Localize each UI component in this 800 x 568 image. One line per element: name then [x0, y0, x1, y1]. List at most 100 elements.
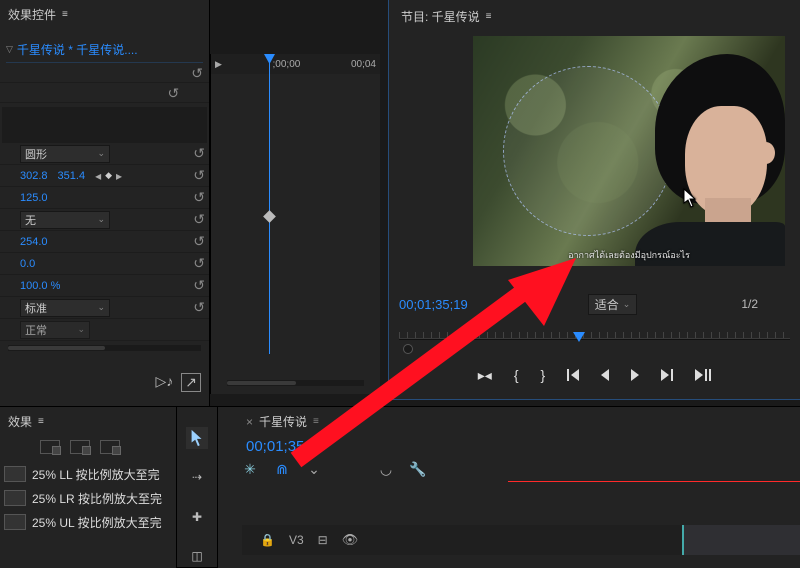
preset-thumbnail-icon	[4, 514, 26, 530]
mini-ruler-t0: ;00;00	[273, 59, 301, 70]
mask-shape-select[interactable]: 圆形 ⌄	[20, 145, 110, 163]
selection-tool-icon[interactable]	[186, 427, 208, 449]
yuv-effect-filter-icon[interactable]	[100, 440, 120, 454]
sequence-tab-name[interactable]: 千星传说	[259, 413, 307, 430]
panel-menu-icon[interactable]: ≡	[62, 9, 68, 20]
reset-icon[interactable]: ↺	[185, 63, 209, 84]
track-visibility-icon[interactable]: 👁	[342, 532, 359, 548]
set-in-icon[interactable]: {	[514, 367, 519, 383]
preset-label: 25% LR 按比例放大至完	[32, 490, 162, 507]
snap-toggle-icon[interactable]: ⋒	[274, 461, 290, 477]
auto-play-icon[interactable]: ▷♪	[155, 373, 173, 392]
resolution-fraction[interactable]: 1/2	[741, 297, 758, 311]
reset-icon[interactable]: ↺	[193, 255, 205, 272]
program-zoom-bar[interactable]	[399, 324, 790, 348]
panel-menu-icon[interactable]: ≡	[313, 416, 319, 427]
video-preview-image: อากาศได้เลยต้องมีอุปกรณ์อะไร	[473, 36, 785, 266]
zoom-track	[399, 338, 790, 340]
preset-item[interactable]: 25% UL 按比例放大至完	[0, 510, 176, 534]
razor-tool-icon[interactable]: ◫	[186, 546, 208, 568]
effect-controls-footer-icons: ▷♪ ↗	[155, 373, 201, 392]
preset-item[interactable]: 25% LL 按比例放大至完	[0, 462, 176, 486]
track-select-tool-icon[interactable]: ⇢	[186, 467, 208, 489]
timeline-timecode[interactable]: 00;01;35;19	[218, 434, 800, 457]
track-target-icon[interactable]: ⊟	[318, 533, 328, 547]
chevron-down-icon: ⌄	[623, 299, 631, 310]
mini-timeline-ruler[interactable]: ▶ ;00;00 00;04	[211, 54, 380, 74]
go-to-out-icon[interactable]	[695, 369, 711, 381]
accelerated-effect-filter-icon[interactable]	[40, 440, 60, 454]
track-lock-icon[interactable]: 🔒	[260, 533, 275, 547]
preset-thumbnail-icon	[4, 490, 26, 506]
video-track-header[interactable]: 🔒 V3 ⊟ 👁	[242, 525, 800, 555]
reset-icon[interactable]: ↺	[193, 233, 205, 250]
set-out-icon[interactable]: }	[541, 367, 546, 383]
chevron-down-icon: ⌄	[77, 324, 85, 335]
source-clip-tab[interactable]: ▽ 千星传说 * 千星传说....	[6, 37, 203, 63]
zoom-handle-icon[interactable]	[403, 344, 413, 354]
opacity-row: 100.0 % ↺	[0, 275, 209, 297]
mini-playhead[interactable]	[269, 54, 270, 354]
preset-label: 25% UL 按比例放大至完	[32, 514, 162, 531]
property-panel-scrollbar[interactable]	[8, 345, 201, 351]
reset-icon[interactable]: ↺	[193, 299, 205, 316]
property-text-area[interactable]	[2, 107, 207, 143]
opacity-value[interactable]: 100.0 %	[20, 280, 60, 292]
reset-icon[interactable]: ↺	[193, 167, 205, 184]
settings-wrench-icon[interactable]: 🔧	[410, 461, 426, 477]
effect-controls-mini-timeline[interactable]: ▶ ;00;00 00;04	[210, 54, 380, 394]
zoom-fit-select[interactable]: 适合 ⌄	[588, 294, 638, 315]
reset-icon[interactable]: ↺	[193, 277, 205, 294]
mark-in-icon[interactable]: ▸◂	[478, 367, 492, 384]
mask-scale-value[interactable]: 125.0	[20, 192, 48, 204]
effect-controls-title: 效果控件	[8, 6, 56, 23]
program-monitor-title-bar: 节目: 千星传说 ≡	[389, 0, 800, 33]
next-keyframe-icon[interactable]: ▸	[116, 169, 122, 183]
reset-icon[interactable]: ↺	[162, 83, 186, 104]
tool-strip: ⇢ ✚ ◫	[176, 406, 218, 568]
mini-timeline-scrollbar[interactable]	[227, 380, 364, 386]
compositing-select[interactable]: 正常 ⌄	[20, 321, 90, 339]
mini-ruler-t1: 00;04	[351, 59, 376, 70]
step-forward-icon[interactable]	[661, 369, 673, 381]
program-monitor-panel: 节目: 千星传说 ≡ อากาศได้เลยต้องมีอุปกรณ์อะไร …	[388, 0, 800, 400]
preset-item[interactable]: 25% LR 按比例放大至完	[0, 486, 176, 510]
keyframe-marker-icon[interactable]	[263, 210, 276, 223]
reset-icon[interactable]: ↺	[193, 211, 205, 228]
mini-play-icon[interactable]: ▶	[215, 59, 222, 70]
reset-icon[interactable]: ↺	[193, 189, 205, 206]
play-icon[interactable]	[631, 369, 639, 381]
mask-pos-x[interactable]: 302.8	[20, 170, 48, 182]
blend-mode-row: 标准 ⌄ ↺	[0, 297, 209, 319]
add-keyframe-icon[interactable]: ◆	[105, 170, 112, 181]
property-value[interactable]: 0.0	[20, 258, 35, 270]
nest-sequence-icon[interactable]: ✳	[242, 461, 258, 477]
mask-pos-y[interactable]: 351.4	[58, 170, 86, 182]
reset-icon[interactable]: ↺	[193, 145, 205, 162]
blend-mode-value: 标准	[25, 300, 47, 316]
timeline-clip[interactable]	[682, 525, 800, 555]
panel-menu-icon[interactable]: ≡	[486, 11, 492, 22]
linked-selection-icon[interactable]: ⌄	[306, 461, 322, 477]
timeline-ruler[interactable]: ;00;00	[508, 457, 800, 475]
export-icon[interactable]: ↗	[181, 373, 201, 392]
mask-feather-select[interactable]: 无 ⌄	[20, 211, 110, 229]
effect-controls-title-bar: 效果控件 ≡	[0, 0, 209, 29]
preset-thumbnail-icon	[4, 466, 26, 482]
marker-icon[interactable]: ◡	[378, 461, 394, 477]
chevron-down-icon: ⌄	[97, 214, 105, 225]
preset-label: 25% LL 按比例放大至完	[32, 466, 160, 483]
panel-menu-icon[interactable]: ≡	[38, 416, 44, 427]
go-to-in-icon[interactable]	[567, 369, 579, 381]
step-back-icon[interactable]	[601, 369, 609, 381]
32bit-effect-filter-icon[interactable]	[70, 440, 90, 454]
prev-keyframe-icon[interactable]: ◂	[95, 169, 101, 183]
ripple-edit-tool-icon[interactable]: ✚	[186, 506, 208, 528]
program-timecode[interactable]: 00;01;35;19	[399, 297, 468, 312]
circular-mask-overlay[interactable]	[503, 66, 673, 236]
property-value[interactable]: 254.0	[20, 236, 48, 248]
blend-mode-select[interactable]: 标准 ⌄	[20, 299, 110, 317]
close-tab-icon[interactable]: ×	[246, 415, 253, 429]
program-video-frame[interactable]: อากาศได้เลยต้องมีอุปกรณ์อะไร	[473, 36, 785, 266]
property-row-e: 0.0 ↺	[0, 253, 209, 275]
